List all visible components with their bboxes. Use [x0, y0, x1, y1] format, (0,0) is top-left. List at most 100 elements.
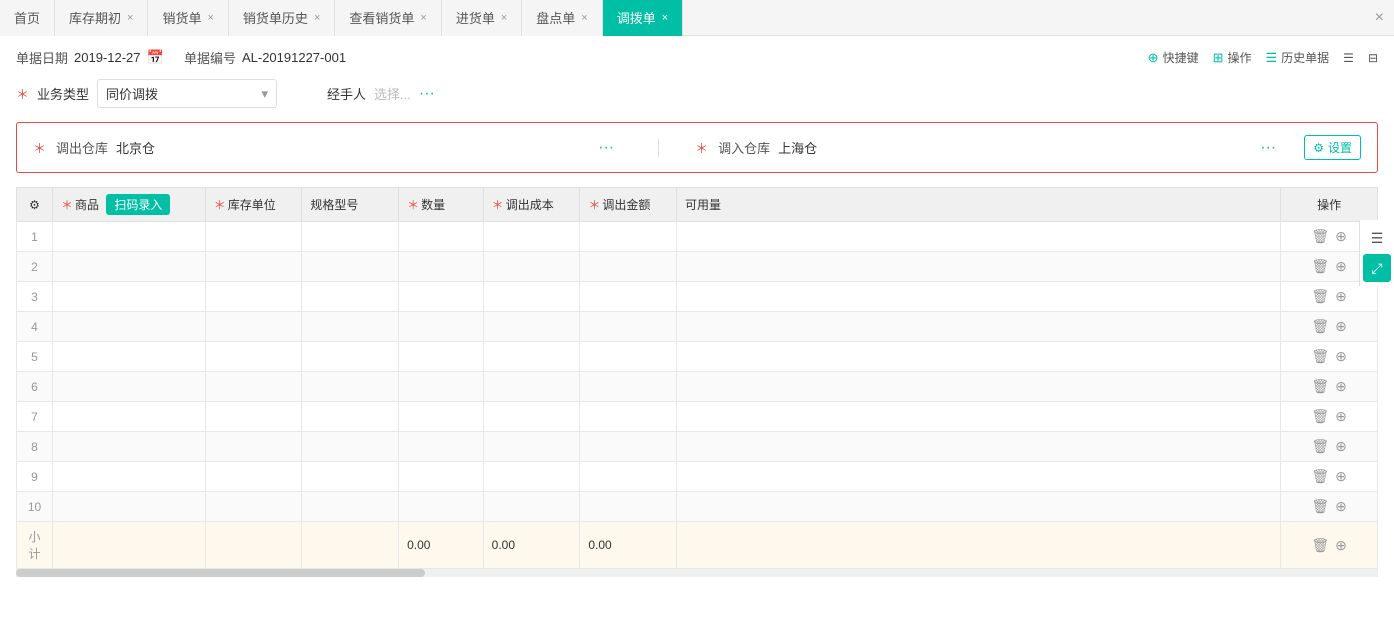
scrollbar-thumb[interactable] [16, 569, 425, 577]
copy-row-icon[interactable]: ⊕ [1335, 348, 1347, 364]
tab-sales-history-close[interactable]: × [314, 12, 320, 24]
row-number: 8 [17, 432, 53, 462]
copy-row-icon[interactable]: ⊕ [1335, 228, 1347, 244]
tab-purchase-close[interactable]: × [501, 12, 507, 24]
cell-product[interactable] [53, 282, 206, 312]
cell-product[interactable] [53, 342, 206, 372]
cell-qty [399, 372, 484, 402]
copy-row-icon[interactable]: ⊕ [1335, 318, 1347, 334]
cell-cost [483, 492, 580, 522]
cell-unit [205, 462, 302, 492]
cell-op: 🗑⊕ [1281, 402, 1378, 432]
delete-row-icon[interactable]: 🗑 [1311, 537, 1329, 553]
layout-grid-icon: ⊟ [1368, 51, 1378, 65]
cell-op: 🗑⊕ [1281, 522, 1378, 569]
copy-row-icon[interactable]: ⊕ [1335, 468, 1347, 484]
cell-unit [205, 402, 302, 432]
operation-action[interactable]: ⊞ 操作 [1213, 49, 1252, 66]
main-content: 单据日期 2019-12-27 📅 单据编号 AL-20191227-001 ⊕… [0, 36, 1394, 589]
tab-inventory-init-close[interactable]: × [127, 12, 133, 24]
delete-row-icon[interactable]: 🗑 [1311, 498, 1329, 514]
person-dots[interactable]: ··· [419, 85, 435, 103]
delete-row-icon[interactable]: 🗑 [1311, 408, 1329, 424]
shortcut-action[interactable]: ⊕ 快捷键 [1148, 49, 1199, 66]
cell-product[interactable] [53, 402, 206, 432]
dropdown-icon: ▾ [262, 86, 269, 102]
history-action[interactable]: ☰ 历史单据 [1266, 49, 1330, 66]
tab-sales[interactable]: 销货单 × [148, 0, 228, 36]
tab-transfer[interactable]: 调拨单 × [603, 0, 683, 36]
tab-transfer-close[interactable]: × [662, 12, 668, 24]
cell-product[interactable] [53, 432, 206, 462]
copy-row-icon[interactable]: ⊕ [1335, 537, 1347, 553]
row-number: 5 [17, 342, 53, 372]
layout-icon-1[interactable]: ☰ [1343, 51, 1354, 65]
tab-sales-close[interactable]: × [207, 12, 213, 24]
copy-row-icon[interactable]: ⊕ [1335, 498, 1347, 514]
table-row: 9 🗑 ⊕ [17, 462, 1378, 492]
cell-available [677, 522, 1281, 569]
delete-row-icon[interactable]: 🗑 [1311, 258, 1329, 274]
tab-view-sales-close[interactable]: × [420, 12, 426, 24]
in-warehouse-dots[interactable]: ··· [1252, 139, 1284, 157]
row-number: 9 [17, 462, 53, 492]
doc-value: AL-20191227-001 [242, 50, 346, 65]
col-op: 操作 [1281, 188, 1378, 222]
data-table: ⚙ ＊商品 扫码录入 ＊库存单位 规格型号 ＊数量 [16, 187, 1378, 569]
copy-row-icon[interactable]: ⊕ [1335, 258, 1347, 274]
cell-product[interactable] [53, 492, 206, 522]
table-gear-icon[interactable]: ⚙ [29, 198, 40, 212]
cell-cost [483, 252, 580, 282]
row-number: 2 [17, 252, 53, 282]
tab-sales-history-label: 销货单历史 [243, 8, 308, 27]
cell-product[interactable] [53, 372, 206, 402]
col-available: 可用量 [677, 188, 1281, 222]
tab-stocktake-close[interactable]: × [581, 12, 587, 24]
tab-view-sales[interactable]: 查看销货单 × [335, 0, 441, 36]
scan-button[interactable]: 扫码录入 [106, 194, 170, 215]
cell-product[interactable] [53, 312, 206, 342]
person-placeholder[interactable]: 选择... [374, 84, 411, 103]
table-row: 8 🗑 ⊕ [17, 432, 1378, 462]
delete-row-icon[interactable]: 🗑 [1311, 348, 1329, 364]
row-number: 6 [17, 372, 53, 402]
history-icon: ☰ [1266, 50, 1278, 66]
settings-button[interactable]: ⚙ 设置 [1304, 135, 1361, 160]
tab-home[interactable]: 首页 [0, 0, 55, 36]
col-amount: ＊调出金额 [580, 188, 677, 222]
cell-product[interactable] [53, 222, 206, 252]
cell-available [677, 222, 1281, 252]
delete-row-icon[interactable]: 🗑 [1311, 378, 1329, 394]
tab-purchase[interactable]: 进货单 × [442, 0, 522, 36]
cell-qty [399, 222, 484, 252]
layout-list-icon: ☰ [1343, 51, 1354, 65]
operation-label: 操作 [1227, 49, 1251, 66]
delete-row-icon[interactable]: 🗑 [1311, 228, 1329, 244]
delete-row-icon[interactable]: 🗑 [1311, 468, 1329, 484]
horizontal-scrollbar[interactable] [16, 569, 1378, 577]
delete-row-icon[interactable]: 🗑 [1311, 438, 1329, 454]
biz-type-select[interactable]: 同价调拨 ▾ [97, 79, 277, 108]
cell-available [677, 372, 1281, 402]
copy-row-icon[interactable]: ⊕ [1335, 438, 1347, 454]
calendar-icon[interactable]: 📅 [147, 49, 164, 66]
sidebar-expand-icon[interactable]: ⤢ [1363, 254, 1391, 282]
tab-inventory-init[interactable]: 库存期初 × [55, 0, 148, 36]
out-warehouse-dots[interactable]: ··· [590, 139, 622, 157]
layout-icon-2[interactable]: ⊟ [1368, 51, 1378, 65]
window-close-icon[interactable]: × [1375, 9, 1384, 27]
copy-row-icon[interactable]: ⊕ [1335, 288, 1347, 304]
tab-sales-history[interactable]: 销货单历史 × [229, 0, 335, 36]
col-settings[interactable]: ⚙ [17, 188, 53, 222]
cell-product[interactable] [53, 252, 206, 282]
tab-stocktake[interactable]: 盘点单 × [522, 0, 602, 36]
delete-row-icon[interactable]: 🗑 [1311, 318, 1329, 334]
in-warehouse-required: ＊ [695, 138, 708, 157]
biz-type-row: ＊ 业务类型 同价调拨 ▾ 经手人 选择... ··· [16, 79, 1378, 108]
copy-row-icon[interactable]: ⊕ [1335, 408, 1347, 424]
cell-amount [580, 402, 677, 432]
delete-row-icon[interactable]: 🗑 [1311, 288, 1329, 304]
copy-row-icon[interactable]: ⊕ [1335, 378, 1347, 394]
sidebar-list-icon[interactable]: ☰ [1363, 224, 1391, 252]
cell-product[interactable] [53, 462, 206, 492]
